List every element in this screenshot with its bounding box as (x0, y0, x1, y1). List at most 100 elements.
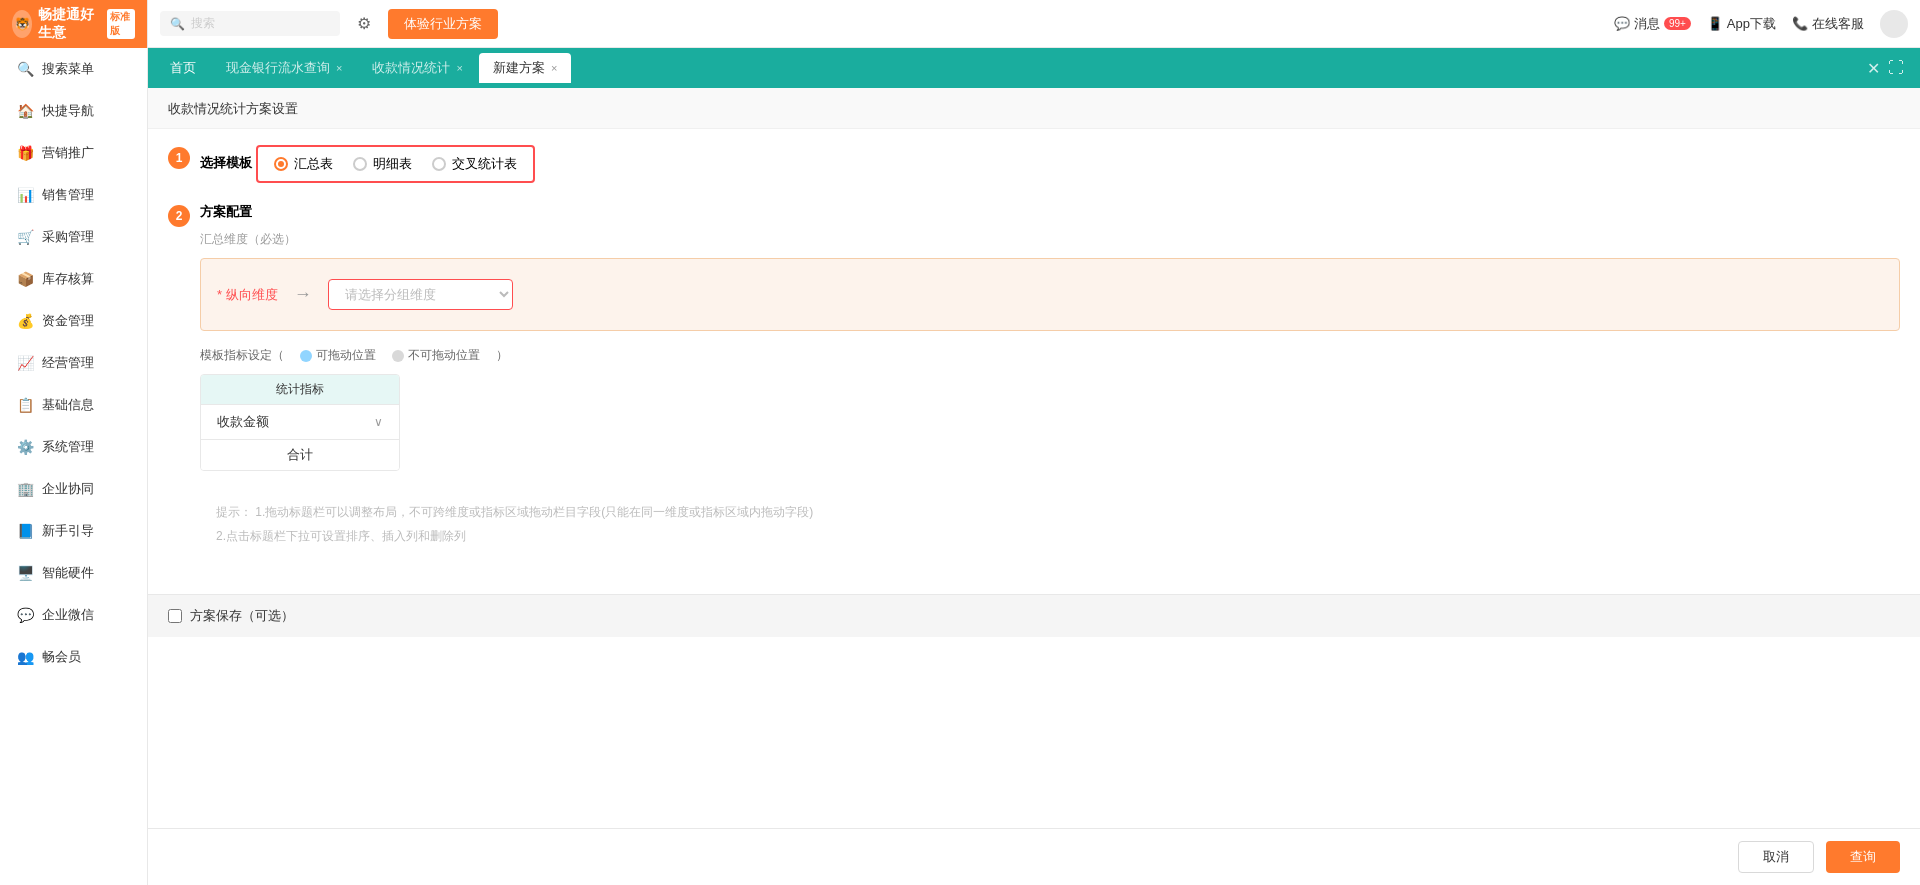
header-search[interactable]: 🔍 搜索 (160, 11, 340, 36)
close-icon[interactable]: ✕ (1867, 59, 1880, 78)
tab-collection-stats[interactable]: 收款情况统计 × (358, 53, 476, 83)
save-label: 方案保存（可选） (190, 607, 294, 625)
tab-bank-flow-close[interactable]: × (336, 62, 342, 74)
app-download-icon: 📱 (1707, 16, 1723, 31)
sidebar-logo: 🐯 畅捷通好生意 标准版 (0, 0, 147, 48)
indicator-settings: 模板指标设定（ 可拖动位置 不可拖动位置 ） (200, 347, 1900, 474)
sidebar-item-guide[interactable]: 📘 新手引导 (0, 510, 147, 552)
step2-content: 方案配置 汇总维度（必选） 纵向维度 → 请选择分组维度 (200, 203, 1900, 558)
sidebar-item-label: 经营管理 (42, 354, 94, 372)
users-icon: 👥 (16, 648, 34, 666)
settings-icon[interactable]: ⚙ (348, 8, 380, 40)
dimension-area: 纵向维度 → 请选择分组维度 (200, 258, 1900, 331)
sidebar-item-purchase[interactable]: 🛒 采购管理 (0, 216, 147, 258)
cart-icon: 🛒 (16, 228, 34, 246)
tab-home[interactable]: 首页 (156, 53, 210, 83)
sidebar-item-finance[interactable]: 💰 资金管理 (0, 300, 147, 342)
notification-badge: 99+ (1664, 17, 1691, 30)
gift-icon: 🎁 (16, 144, 34, 162)
sidebar-item-label: 企业微信 (42, 606, 94, 624)
app-download-button[interactable]: 📱 App下载 (1707, 15, 1776, 33)
sidebar-item-label: 系统管理 (42, 438, 94, 456)
sidebar-item-label: 智能硬件 (42, 564, 94, 582)
sidebar-item-label: 采购管理 (42, 228, 94, 246)
dimension-arrow: → (294, 284, 312, 305)
indicator-table-cell[interactable]: 收款金额 ∨ (201, 405, 399, 439)
user-avatar[interactable] (1880, 10, 1908, 38)
page-breadcrumb: 收款情况统计方案设置 (148, 88, 1920, 129)
online-service-button[interactable]: 📞 在线客服 (1792, 15, 1864, 33)
step1-title: 选择模板 (200, 154, 252, 172)
logo-icon: 🐯 (12, 10, 32, 38)
sidebar-item-basic[interactable]: 📋 基础信息 (0, 384, 147, 426)
tab-new-plan[interactable]: 新建方案 × (479, 53, 571, 83)
sidebar-item-label: 基础信息 (42, 396, 94, 414)
trial-industry-button[interactable]: 体验行业方案 (388, 9, 498, 39)
monitor-icon: 🖥️ (16, 564, 34, 582)
building-icon: 🏢 (16, 480, 34, 498)
radio-detail[interactable]: 明细表 (353, 155, 412, 173)
tabs-bar: 首页 现金银行流水查询 × 收款情况统计 × 新建方案 × ✕ ⛶ (148, 48, 1920, 88)
form-section: 1 选择模板 汇总表 明细表 交叉统 (148, 129, 1920, 594)
sidebar-nav: 🔍 搜索菜单 🏠 快捷导航 🎁 营销推广 📊 销售管理 🛒 采购管理 📦 库存核… (0, 48, 147, 885)
indicator-table-footer: 合计 (201, 439, 399, 470)
radio-cross[interactable]: 交叉统计表 (432, 155, 517, 173)
dimension-label-text: 汇总维度（必选） (200, 232, 296, 246)
sidebar-item-enterprise[interactable]: 🏢 企业协同 (0, 468, 147, 510)
box-icon: 📦 (16, 270, 34, 288)
sidebar-item-inventory[interactable]: 📦 库存核算 (0, 258, 147, 300)
app-name: 畅捷通好生意 (38, 6, 99, 42)
sidebar-item-label: 搜索菜单 (42, 60, 94, 78)
radio-summary[interactable]: 汇总表 (274, 155, 333, 173)
radio-summary-circle (274, 157, 288, 171)
save-checkbox[interactable] (168, 609, 182, 623)
cancel-button[interactable]: 取消 (1738, 841, 1814, 873)
step1-container: 1 选择模板 汇总表 明细表 交叉统 (168, 145, 1900, 183)
draggable-text: 可拖动位置 (316, 347, 376, 364)
tab-bank-flow[interactable]: 现金银行流水查询 × (212, 53, 356, 83)
query-button[interactable]: 查询 (1826, 841, 1900, 873)
dimension-select[interactable]: 请选择分组维度 (328, 279, 513, 310)
hint-not-draggable: 不可拖动位置 (392, 347, 480, 364)
chart-icon: 📊 (16, 186, 34, 204)
breadcrumb-text: 收款情况统计方案设置 (168, 101, 298, 116)
notification-button[interactable]: 💬 消息 99+ (1614, 15, 1691, 33)
tab-home-label: 首页 (170, 59, 196, 77)
step1-number: 1 (168, 147, 190, 169)
radio-cross-label: 交叉统计表 (452, 155, 517, 173)
tab-new-plan-close[interactable]: × (551, 62, 557, 74)
sidebar-item-quick-nav[interactable]: 🏠 快捷导航 (0, 90, 147, 132)
not-draggable-dot (392, 350, 404, 362)
chat-icon: 💬 (16, 606, 34, 624)
sidebar-item-member[interactable]: 👥 畅会员 (0, 636, 147, 678)
tab-collection-stats-label: 收款情况统计 (372, 59, 450, 77)
sidebar-item-operation[interactable]: 📈 经营管理 (0, 342, 147, 384)
sidebar-item-hardware[interactable]: 🖥️ 智能硬件 (0, 552, 147, 594)
radio-summary-label: 汇总表 (294, 155, 333, 173)
sidebar-item-wechat[interactable]: 💬 企业微信 (0, 594, 147, 636)
row-dimension-label: 纵向维度 (217, 286, 278, 304)
tab-bank-flow-label: 现金银行流水查询 (226, 59, 330, 77)
version-badge: 标准版 (107, 9, 135, 39)
radio-cross-circle (432, 157, 446, 171)
gear-icon: ⚙️ (16, 438, 34, 456)
search-placeholder: 搜索 (191, 15, 215, 32)
sidebar-item-system[interactable]: ⚙️ 系统管理 (0, 426, 147, 468)
clipboard-icon: 📋 (16, 396, 34, 414)
app-download-label: App下载 (1727, 15, 1776, 33)
home-icon: 🏠 (16, 102, 34, 120)
search-icon: 🔍 (170, 17, 185, 31)
sidebar-item-search[interactable]: 🔍 搜索菜单 (0, 48, 147, 90)
maximize-icon[interactable]: ⛶ (1888, 59, 1904, 77)
tab-collection-stats-close[interactable]: × (456, 62, 462, 74)
online-service-label: 在线客服 (1812, 15, 1864, 33)
main-area: 🔍 搜索 ⚙ 体验行业方案 💬 消息 99+ 📱 App下载 📞 在线客服 (148, 0, 1920, 885)
dimension-row: 纵向维度 → 请选择分组维度 (217, 279, 1883, 310)
sidebar: 🐯 畅捷通好生意 标准版 🔍 搜索菜单 🏠 快捷导航 🎁 营销推广 📊 销售管理… (0, 0, 148, 885)
sidebar-item-marketing[interactable]: 🎁 营销推广 (0, 132, 147, 174)
cell-dropdown-icon[interactable]: ∨ (374, 415, 383, 429)
sidebar-item-sales[interactable]: 📊 销售管理 (0, 174, 147, 216)
notification-label: 消息 (1634, 15, 1660, 33)
sidebar-item-label: 快捷导航 (42, 102, 94, 120)
step2-container: 2 方案配置 汇总维度（必选） 纵向维度 → (168, 203, 1900, 558)
